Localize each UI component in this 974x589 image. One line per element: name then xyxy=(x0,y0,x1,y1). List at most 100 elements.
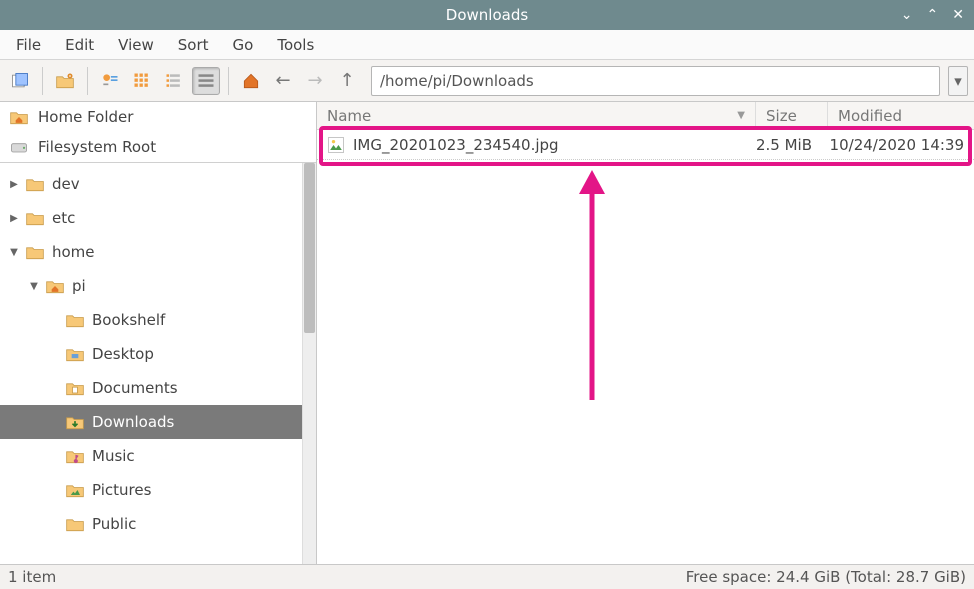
sidebar: Home Folder Filesystem Root ▶ dev ▶ xyxy=(0,102,317,564)
tree-item-bookshelf[interactable]: Bookshelf xyxy=(0,303,302,337)
window-title: Downloads xyxy=(446,6,528,24)
tree-item-etc[interactable]: ▶ etc xyxy=(0,201,302,235)
folder-icon xyxy=(64,514,86,534)
separator xyxy=(42,67,43,95)
place-home-folder[interactable]: Home Folder xyxy=(0,102,316,132)
scrollbar-thumb[interactable] xyxy=(304,163,315,333)
view-thumb-button[interactable] xyxy=(128,67,156,95)
icon-view-icon xyxy=(99,71,121,91)
nav-up-button[interactable]: ↑ xyxy=(333,67,361,95)
tree-item-pictures[interactable]: Pictures xyxy=(0,473,302,507)
tree-item-documents[interactable]: Documents xyxy=(0,371,302,405)
window-close-button[interactable]: ✕ xyxy=(952,7,964,23)
menu-view[interactable]: View xyxy=(108,32,164,58)
tree-label: Desktop xyxy=(92,345,154,363)
folder-icon xyxy=(24,208,46,228)
tree-item-dev[interactable]: ▶ dev xyxy=(0,167,302,201)
status-count: 1 item xyxy=(8,568,56,586)
expand-icon[interactable]: ▶ xyxy=(6,179,22,190)
tree-label: Downloads xyxy=(92,413,174,431)
window-maximize-button[interactable]: ⌃ xyxy=(927,7,939,23)
home-button[interactable] xyxy=(237,67,265,95)
folder-icon xyxy=(64,310,86,330)
tree-item-downloads[interactable]: Downloads xyxy=(0,405,302,439)
column-header: Name ▼ Size Modified xyxy=(317,102,974,130)
menu-edit[interactable]: Edit xyxy=(55,32,104,58)
status-bar: 1 item Free space: 24.4 GiB (Total: 28.7… xyxy=(0,564,974,589)
view-detail-button[interactable] xyxy=(192,67,220,95)
home-icon xyxy=(240,71,262,91)
title-bar: Downloads ⌄ ⌃ ✕ xyxy=(0,0,974,30)
arrow-right-icon: → xyxy=(307,70,322,91)
place-label: Home Folder xyxy=(38,108,133,126)
drive-icon xyxy=(8,137,30,157)
folder-icon xyxy=(24,174,46,194)
tree-item-pi[interactable]: ▼ pi xyxy=(0,269,302,303)
nav-back-button[interactable]: ← xyxy=(269,67,297,95)
menu-sort[interactable]: Sort xyxy=(168,32,219,58)
tree-item-desktop[interactable]: Desktop xyxy=(0,337,302,371)
folder-desktop-icon xyxy=(64,344,86,364)
collapse-icon[interactable]: ▼ xyxy=(6,247,22,258)
col-label: Modified xyxy=(838,107,902,125)
sidebar-scrollbar[interactable] xyxy=(302,163,316,564)
tree-label: dev xyxy=(52,175,80,193)
sort-indicator-icon: ▼ xyxy=(737,110,745,121)
tree-label: Pictures xyxy=(92,481,151,499)
view-compact-button[interactable] xyxy=(160,67,188,95)
collapse-icon[interactable]: ▼ xyxy=(26,281,42,292)
folder-documents-icon xyxy=(64,378,86,398)
folder-icon xyxy=(24,242,46,262)
chevron-down-icon: ▾ xyxy=(954,72,962,90)
folder-downloads-icon xyxy=(64,412,86,432)
col-modified[interactable]: Modified xyxy=(828,102,974,129)
arrow-up-icon: ↑ xyxy=(339,70,354,91)
folder-music-icon xyxy=(64,446,86,466)
tree-label: Documents xyxy=(92,379,178,397)
place-filesystem-root[interactable]: Filesystem Root xyxy=(0,132,316,162)
thumb-view-icon xyxy=(131,71,153,91)
folder-tree: ▶ dev ▶ etc ▼ home ▼ pi xyxy=(0,163,302,564)
menu-tools[interactable]: Tools xyxy=(267,32,324,58)
image-file-icon xyxy=(325,135,347,155)
new-tab-button[interactable] xyxy=(6,67,34,95)
toolbar: ← → ↑ /home/pi/Downloads ▾ xyxy=(0,60,974,102)
col-label: Size xyxy=(766,107,797,125)
file-row[interactable]: IMG_20201023_234540.jpg 2.5 MiB 10/24/20… xyxy=(317,130,974,160)
file-name: IMG_20201023_234540.jpg xyxy=(349,136,750,154)
file-size: 2.5 MiB xyxy=(750,136,822,154)
tree-item-public[interactable]: Public xyxy=(0,507,302,541)
main-area: Home Folder Filesystem Root ▶ dev ▶ xyxy=(0,102,974,564)
tree-label: Music xyxy=(92,447,135,465)
path-dropdown-button[interactable]: ▾ xyxy=(948,66,968,96)
col-name[interactable]: Name ▼ xyxy=(317,102,756,129)
window-controls: ⌄ ⌃ ✕ xyxy=(901,7,964,23)
view-icons-button[interactable] xyxy=(96,67,124,95)
tree-label: etc xyxy=(52,209,75,227)
status-space: Free space: 24.4 GiB (Total: 28.7 GiB) xyxy=(686,568,966,586)
new-folder-icon xyxy=(54,71,76,91)
window-minimize-button[interactable]: ⌄ xyxy=(901,7,913,23)
folder-home-icon xyxy=(44,276,66,296)
new-folder-button[interactable] xyxy=(51,67,79,95)
col-label: Name xyxy=(327,107,371,125)
annotation-arrow-icon xyxy=(567,170,617,410)
expand-icon[interactable]: ▶ xyxy=(6,213,22,224)
menu-go[interactable]: Go xyxy=(223,32,264,58)
folder-pictures-icon xyxy=(64,480,86,500)
nav-forward-button[interactable]: → xyxy=(301,67,329,95)
tree-label: home xyxy=(52,243,95,261)
tree-label: Bookshelf xyxy=(92,311,165,329)
tree-item-music[interactable]: Music xyxy=(0,439,302,473)
path-text: /home/pi/Downloads xyxy=(380,72,534,90)
path-input[interactable]: /home/pi/Downloads xyxy=(371,66,940,96)
col-size[interactable]: Size xyxy=(756,102,828,129)
menu-bar: File Edit View Sort Go Tools xyxy=(0,30,974,60)
menu-file[interactable]: File xyxy=(6,32,51,58)
file-list[interactable]: IMG_20201023_234540.jpg 2.5 MiB 10/24/20… xyxy=(317,130,974,564)
place-label: Filesystem Root xyxy=(38,138,156,156)
places-panel: Home Folder Filesystem Root xyxy=(0,102,316,163)
file-pane: Name ▼ Size Modified IMG_20201023_234 xyxy=(317,102,974,564)
tree-item-home[interactable]: ▼ home xyxy=(0,235,302,269)
tree-label: Public xyxy=(92,515,136,533)
